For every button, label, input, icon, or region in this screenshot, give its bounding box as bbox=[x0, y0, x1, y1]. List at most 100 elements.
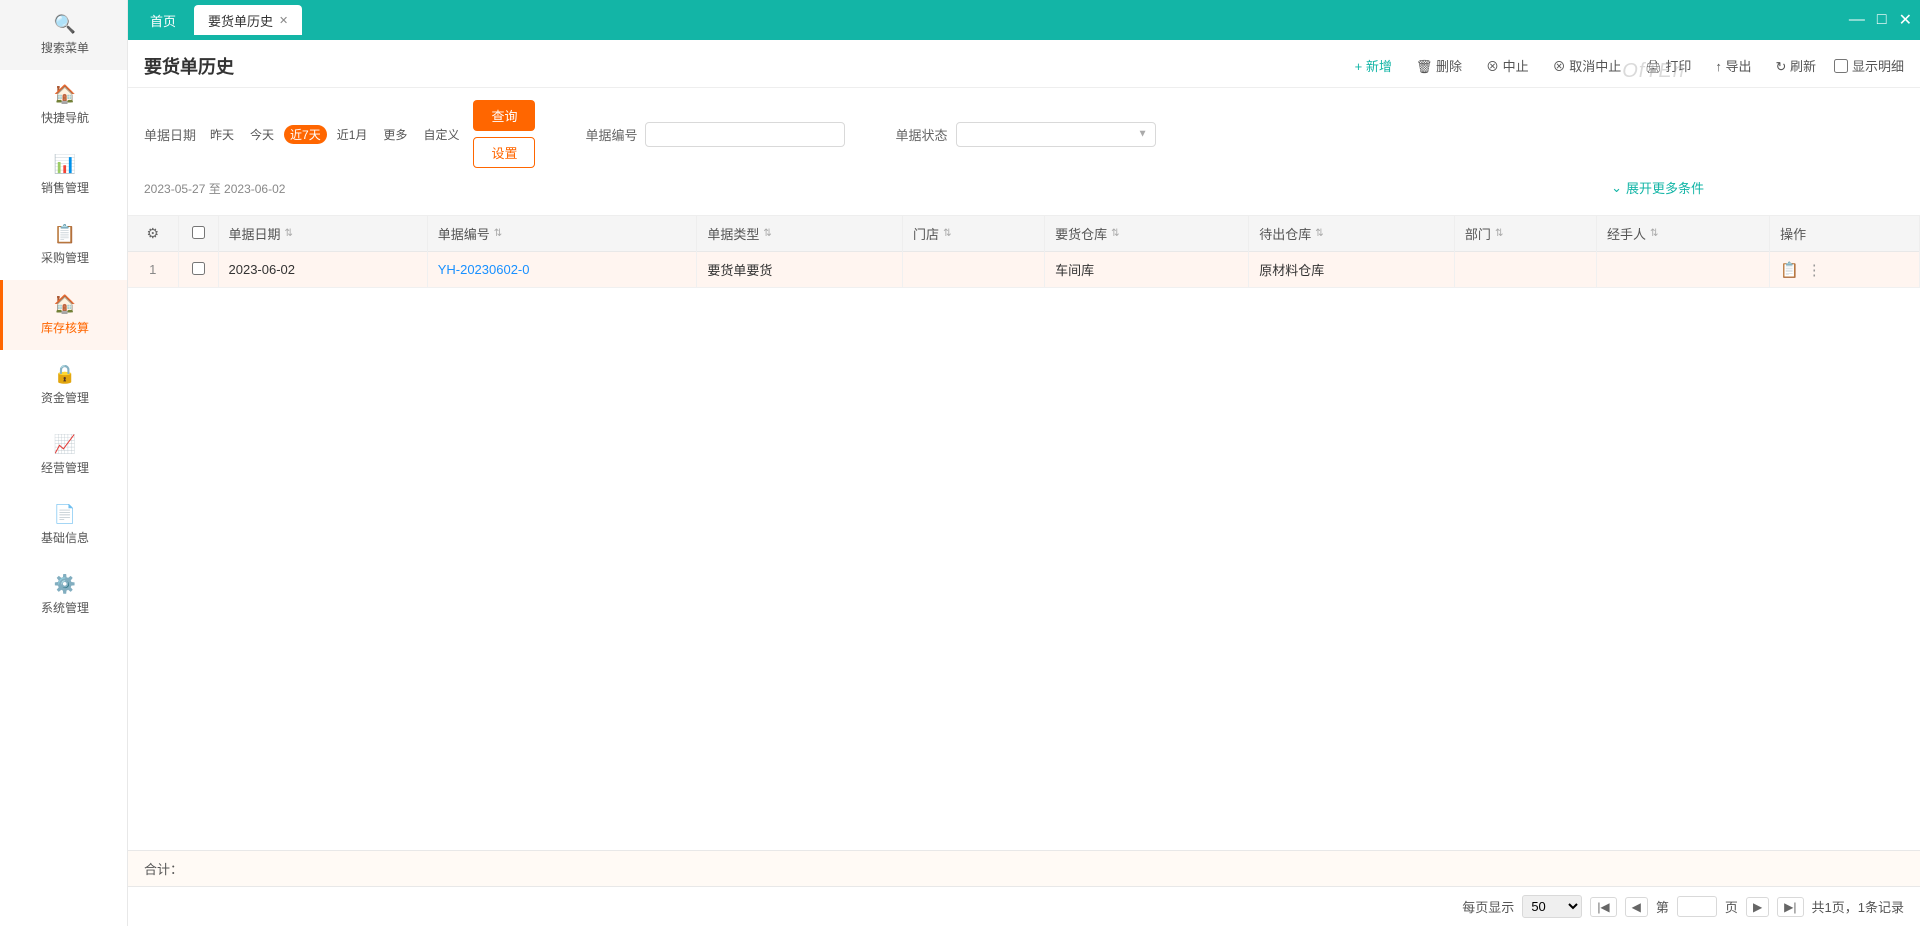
toolbar: + 新增 🗑 删除 ⊗ 中止 ⊗ 取消中止 🖨 打印 ↑ 导出 ↻ 刷新 显示明… bbox=[1349, 52, 1904, 79]
date-shortcut-昨天[interactable]: 昨天 bbox=[204, 125, 240, 144]
first-page-button[interactable]: |◀ bbox=[1590, 897, 1616, 917]
table-row: 1 2023-06-02 YH-20230602-0 要货单要货 车间库 原材料… bbox=[128, 252, 1920, 288]
sidebar-item-sales[interactable]: 📊 销售管理 bbox=[0, 140, 127, 210]
new-button[interactable]: + 新增 bbox=[1349, 52, 1398, 79]
sidebar-item-label: 基础信息 bbox=[41, 529, 89, 546]
doc-number-filter-group: 单据编号 bbox=[585, 122, 845, 147]
date-range-display: 2023-05-27 至 2023-06-02 bbox=[144, 180, 285, 197]
sidebar-item-label: 经营管理 bbox=[41, 459, 89, 476]
purchase-icon: 📋 bbox=[54, 224, 76, 245]
sort-req-warehouse-icon[interactable]: ⇅ bbox=[1111, 228, 1119, 239]
expand-icon: ⌄ bbox=[1611, 180, 1622, 196]
row-edit-icon[interactable]: 📋 bbox=[1780, 261, 1799, 279]
date-shortcut-近7天[interactable]: 近7天 bbox=[284, 125, 327, 144]
table-settings-icon[interactable]: ⚙ bbox=[146, 225, 159, 241]
tab-close-requisition-history[interactable]: ✕ bbox=[279, 14, 288, 27]
delete-button[interactable]: 🗑 删除 bbox=[1410, 52, 1468, 79]
sort-department-icon[interactable]: ⇅ bbox=[1495, 228, 1503, 239]
main-content: 首页要货单历史✕ — □ ✕ 要货单历史 + 新增 🗑 删除 ⊗ 中止 ⊗ 取消… bbox=[128, 0, 1920, 926]
expand-more-button[interactable]: ⌄ 展开更多条件 bbox=[1611, 174, 1704, 201]
sidebar-item-label: 库存核算 bbox=[41, 319, 89, 336]
sidebar-item-label: 销售管理 bbox=[41, 179, 89, 196]
next-page-button[interactable]: ▶ bbox=[1746, 897, 1769, 917]
filter-row-2: 2023-05-27 至 2023-06-02 ⌄ 展开更多条件 bbox=[144, 174, 1904, 201]
row-index: 1 bbox=[128, 252, 178, 288]
sidebar-item-basic-info[interactable]: 📄 基础信息 bbox=[0, 490, 127, 560]
stop-button[interactable]: ⊗ 中止 bbox=[1480, 52, 1535, 79]
filter-area: 单据日期 昨天今天近7天近1月更多自定义 查询 设置 单据编号 单据状态 bbox=[128, 88, 1920, 216]
tab-requisition-history[interactable]: 要货单历史 ✕ bbox=[194, 5, 302, 35]
row-select-checkbox[interactable] bbox=[192, 262, 205, 275]
doc-number-link[interactable]: YH-20230602-0 bbox=[438, 262, 530, 277]
summary-label: 合计： bbox=[144, 862, 183, 877]
current-page-input[interactable]: 1 bbox=[1677, 896, 1717, 917]
tab-label-requisition-history: 要货单历史 bbox=[208, 11, 273, 30]
sort-doc-type-icon[interactable]: ⇅ bbox=[763, 228, 771, 239]
status-filter-group: 单据状态 bbox=[895, 122, 1155, 147]
sort-handler-icon[interactable]: ⇅ bbox=[1650, 228, 1658, 239]
sidebar-item-quick-nav[interactable]: 🏠快捷导航 bbox=[0, 70, 127, 140]
status-label: 单据状态 bbox=[895, 125, 947, 144]
filter-row-1: 单据日期 昨天今天近7天近1月更多自定义 查询 设置 单据编号 单据状态 bbox=[144, 100, 1904, 168]
date-shortcut-更多[interactable]: 更多 bbox=[377, 125, 413, 144]
row-checkbox[interactable] bbox=[178, 252, 218, 288]
sidebar-item-inventory[interactable]: 🏠库存核算 bbox=[0, 280, 127, 350]
row-doc-type: 要货单要货 bbox=[697, 252, 903, 288]
search-menu-icon: 🔍 bbox=[54, 14, 76, 35]
expand-label: 展开更多条件 bbox=[1626, 178, 1704, 197]
window-minimize-icon[interactable]: — bbox=[1849, 11, 1865, 29]
status-select[interactable] bbox=[956, 122, 1156, 147]
row-doc-number: YH-20230602-0 bbox=[427, 252, 697, 288]
tabs-bar: 首页要货单历史 ✕ — □ ✕ bbox=[128, 0, 1920, 40]
summary-bar: 合计： bbox=[128, 850, 1920, 886]
doc-number-label: 单据编号 bbox=[585, 125, 637, 144]
date-shortcut-近1月[interactable]: 近1月 bbox=[331, 125, 374, 144]
show-detail-checkbox[interactable] bbox=[1834, 59, 1848, 73]
tab-home[interactable]: 首页 bbox=[136, 5, 190, 35]
select-all-checkbox[interactable] bbox=[192, 226, 205, 239]
sidebar-item-label: 搜索菜单 bbox=[41, 39, 89, 56]
window-maximize-icon[interactable]: □ bbox=[1877, 11, 1887, 29]
sidebar-item-label: 系统管理 bbox=[41, 599, 89, 616]
table-area: ⚙ 单据日期⇅ 单据编号⇅ 单据类型⇅ bbox=[128, 216, 1920, 850]
show-detail-toggle[interactable]: 显示明细 bbox=[1834, 56, 1904, 75]
date-filter-group: 单据日期 昨天今天近7天近1月更多自定义 查询 设置 bbox=[144, 100, 535, 168]
basic-info-icon: 📄 bbox=[54, 504, 76, 525]
refresh-button[interactable]: ↻ 刷新 bbox=[1769, 52, 1822, 79]
doc-number-input[interactable] bbox=[645, 122, 845, 147]
col-settings: ⚙ bbox=[128, 216, 178, 252]
row-department bbox=[1454, 252, 1596, 288]
print-button[interactable]: 🖨 打印 bbox=[1639, 52, 1697, 79]
sidebar-item-finance[interactable]: 🔒资金管理 bbox=[0, 350, 127, 420]
show-detail-label: 显示明细 bbox=[1852, 56, 1904, 75]
query-button[interactable]: 查询 bbox=[473, 100, 535, 131]
last-page-button[interactable]: ▶| bbox=[1777, 897, 1803, 917]
export-button[interactable]: ↑ 导出 bbox=[1709, 52, 1757, 79]
sidebar-item-system[interactable]: ⚙️系统管理 bbox=[0, 560, 127, 630]
page-header: 要货单历史 + 新增 🗑 删除 ⊗ 中止 ⊗ 取消中止 🖨 打印 ↑ 导出 ↻ … bbox=[128, 40, 1920, 88]
row-actions: 📋 ⋮ bbox=[1770, 252, 1920, 288]
page-title: 要货单历史 bbox=[144, 53, 1341, 79]
settings-button[interactable]: 设置 bbox=[473, 137, 535, 168]
date-shortcut-自定义[interactable]: 自定义 bbox=[417, 125, 465, 144]
page-footer: 每页显示 102050100 |◀ ◀ 第 1 页 ▶ ▶| 共1页，1条记录 bbox=[128, 886, 1920, 926]
sort-store-icon[interactable]: ⇅ bbox=[943, 228, 951, 239]
sidebar-item-purchase[interactable]: 📋 采购管理 bbox=[0, 210, 127, 280]
sort-pending-warehouse-icon[interactable]: ⇅ bbox=[1315, 228, 1323, 239]
window-close-icon[interactable]: ✕ bbox=[1899, 10, 1912, 30]
page-size-label: 每页显示 bbox=[1462, 897, 1514, 916]
date-shortcut-今天[interactable]: 今天 bbox=[244, 125, 280, 144]
sidebar-item-label: 采购管理 bbox=[41, 249, 89, 266]
sort-doc-number-icon[interactable]: ⇅ bbox=[494, 228, 502, 239]
sidebar-item-operations[interactable]: 📈经营管理 bbox=[0, 420, 127, 490]
sales-icon: 📊 bbox=[54, 154, 76, 175]
row-req-warehouse: 车间库 bbox=[1045, 252, 1249, 288]
sort-doc-date-icon[interactable]: ⇅ bbox=[285, 228, 293, 239]
col-req-warehouse: 要货仓库⇅ bbox=[1045, 216, 1249, 252]
prev-page-button[interactable]: ◀ bbox=[1625, 897, 1648, 917]
col-store: 门店⇅ bbox=[903, 216, 1045, 252]
row-more-icon[interactable]: ⋮ bbox=[1807, 261, 1822, 279]
sidebar-item-search-menu[interactable]: 🔍 搜索菜单 bbox=[0, 0, 127, 70]
cancel-stop-button[interactable]: ⊗ 取消中止 bbox=[1547, 52, 1628, 79]
page-size-select[interactable]: 102050100 bbox=[1522, 895, 1582, 918]
